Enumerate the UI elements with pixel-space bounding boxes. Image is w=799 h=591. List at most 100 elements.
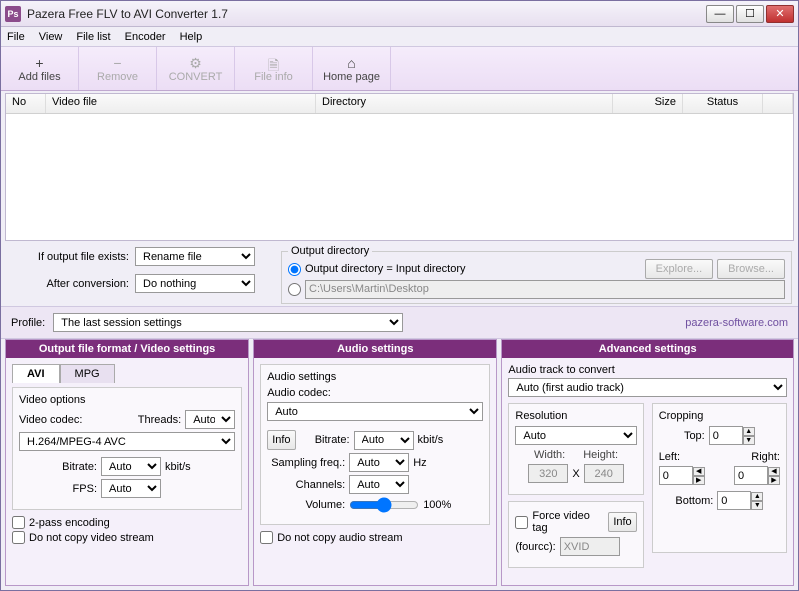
height-input[interactable] [584, 464, 624, 483]
left-label: Left: [659, 451, 680, 463]
forcetag-check[interactable] [515, 516, 528, 529]
profile-row: Profile: The last session settings pazer… [1, 306, 798, 339]
outdir-legend: Output directory [288, 245, 372, 257]
tab-avi[interactable]: AVI [12, 364, 60, 383]
spin-down-icon[interactable]: ▼ [743, 436, 755, 445]
fileinfo-button[interactable]: 🗎File info [235, 47, 313, 90]
outdir-custom-radio[interactable] [288, 283, 301, 296]
volume-slider[interactable] [349, 497, 419, 513]
minimize-button[interactable]: — [706, 5, 734, 23]
video-panel: Output file format / Video settings AVI … [5, 339, 249, 586]
menubar: File View File list Encoder Help [1, 27, 798, 47]
website-link[interactable]: pazera-software.com [685, 317, 788, 329]
novideo-check[interactable] [12, 531, 25, 544]
acodec-select[interactable]: Auto [267, 402, 483, 421]
browse-button[interactable]: Browse... [717, 259, 785, 279]
plus-icon: + [35, 55, 43, 71]
ifexists-select[interactable]: Rename file [135, 247, 255, 266]
toolbar: +Add files −Remove ⚙CONVERT 🗎File info ⌂… [1, 47, 798, 91]
crop-bottom[interactable] [717, 491, 751, 510]
col-size[interactable]: Size [613, 94, 683, 113]
width-label: Width: [534, 449, 565, 461]
outdir-group: Output directory Output directory = Inpu… [281, 245, 792, 304]
abitrate-select[interactable]: Auto [354, 431, 414, 450]
crop-left[interactable] [659, 466, 693, 485]
menu-filelist[interactable]: File list [76, 31, 110, 43]
close-button[interactable]: ✕ [766, 5, 794, 23]
crop-right[interactable] [734, 466, 768, 485]
convert-icon: ⚙ [189, 55, 202, 71]
window-title: Pazera Free FLV to AVI Converter 1.7 [27, 7, 706, 21]
remove-button[interactable]: −Remove [79, 47, 157, 90]
noaudio-check[interactable] [260, 531, 273, 544]
crop-label: Cropping [659, 410, 780, 422]
audio-info-button[interactable]: Info [267, 430, 295, 450]
menu-help[interactable]: Help [180, 31, 203, 43]
profile-label: Profile: [11, 317, 45, 329]
outdir-same-label: Output directory = Input directory [305, 263, 466, 275]
fps-label: FPS: [19, 483, 97, 495]
home-icon: ⌂ [347, 55, 355, 71]
samp-label: Sampling freq.: [267, 457, 345, 469]
menu-view[interactable]: View [39, 31, 63, 43]
top-label: Top: [684, 430, 705, 442]
profile-select[interactable]: The last session settings [53, 313, 403, 332]
video-head: Output file format / Video settings [6, 340, 248, 358]
outdir-path-input[interactable] [305, 280, 785, 299]
crop-top[interactable] [709, 426, 743, 445]
samp-unit: Hz [413, 457, 426, 469]
list-header: No Video file Directory Size Status [6, 94, 793, 114]
vbitrate-unit: kbit/s [165, 461, 191, 473]
col-status[interactable]: Status [683, 94, 763, 113]
audio-grp-title: Audio settings [267, 371, 483, 383]
maximize-button[interactable]: ☐ [736, 5, 764, 23]
vbitrate-label: Bitrate: [19, 461, 97, 473]
addfiles-button[interactable]: +Add files [1, 47, 79, 90]
convert-button[interactable]: ⚙CONVERT [157, 47, 235, 90]
chan-select[interactable]: Auto [349, 475, 409, 494]
threads-select[interactable]: Auto [185, 410, 235, 429]
acodec-label: Audio codec: [267, 387, 483, 399]
fourcc-label: (fourcc): [515, 541, 555, 553]
afterconv-label: After conversion: [9, 278, 129, 290]
abitrate-label: Bitrate: [300, 434, 350, 446]
col-videofile[interactable]: Video file [46, 94, 316, 113]
fourcc-input[interactable] [560, 537, 620, 556]
spin-up-icon[interactable]: ▲ [743, 427, 755, 436]
vbitrate-select[interactable]: Auto [101, 457, 161, 476]
titlebar[interactable]: Ps Pazera Free FLV to AVI Converter 1.7 … [1, 1, 798, 27]
vol-label: Volume: [267, 499, 345, 511]
vol-value: 100% [423, 499, 451, 511]
advanced-panel: Advanced settings Audio track to convert… [501, 339, 794, 586]
track-select[interactable]: Auto (first audio track) [508, 378, 787, 397]
tab-mpg[interactable]: MPG [60, 364, 115, 383]
abitrate-unit: kbit/s [418, 434, 444, 446]
app-icon: Ps [5, 6, 21, 22]
fps-select[interactable]: Auto [101, 479, 161, 498]
explore-button[interactable]: Explore... [645, 259, 713, 279]
twopass-check[interactable] [12, 516, 25, 529]
res-label: Resolution [515, 410, 636, 422]
vcodec-select[interactable]: H.264/MPEG-4 AVC [19, 432, 235, 451]
chan-label: Channels: [267, 479, 345, 491]
info-icon: 🗎 [268, 55, 279, 71]
samp-select[interactable]: Auto [349, 453, 409, 472]
file-list[interactable]: No Video file Directory Size Status [5, 93, 794, 241]
menu-encoder[interactable]: Encoder [125, 31, 166, 43]
menu-file[interactable]: File [7, 31, 25, 43]
video-grp-title: Video options [19, 394, 235, 406]
outdir-same-radio[interactable] [288, 263, 301, 276]
res-select[interactable]: Auto [515, 426, 636, 445]
right-label: Right: [751, 451, 780, 463]
adv-head: Advanced settings [502, 340, 793, 358]
col-no[interactable]: No [6, 94, 46, 113]
threads-label: Threads: [138, 414, 181, 426]
bottom-label: Bottom: [675, 495, 713, 507]
width-input[interactable] [528, 464, 568, 483]
adv-info-button[interactable]: Info [608, 512, 636, 532]
audio-panel: Audio settings Audio settings Audio code… [253, 339, 497, 586]
afterconv-select[interactable]: Do nothing [135, 274, 255, 293]
homepage-button[interactable]: ⌂Home page [313, 47, 391, 90]
col-directory[interactable]: Directory [316, 94, 613, 113]
minus-icon: − [113, 55, 121, 71]
